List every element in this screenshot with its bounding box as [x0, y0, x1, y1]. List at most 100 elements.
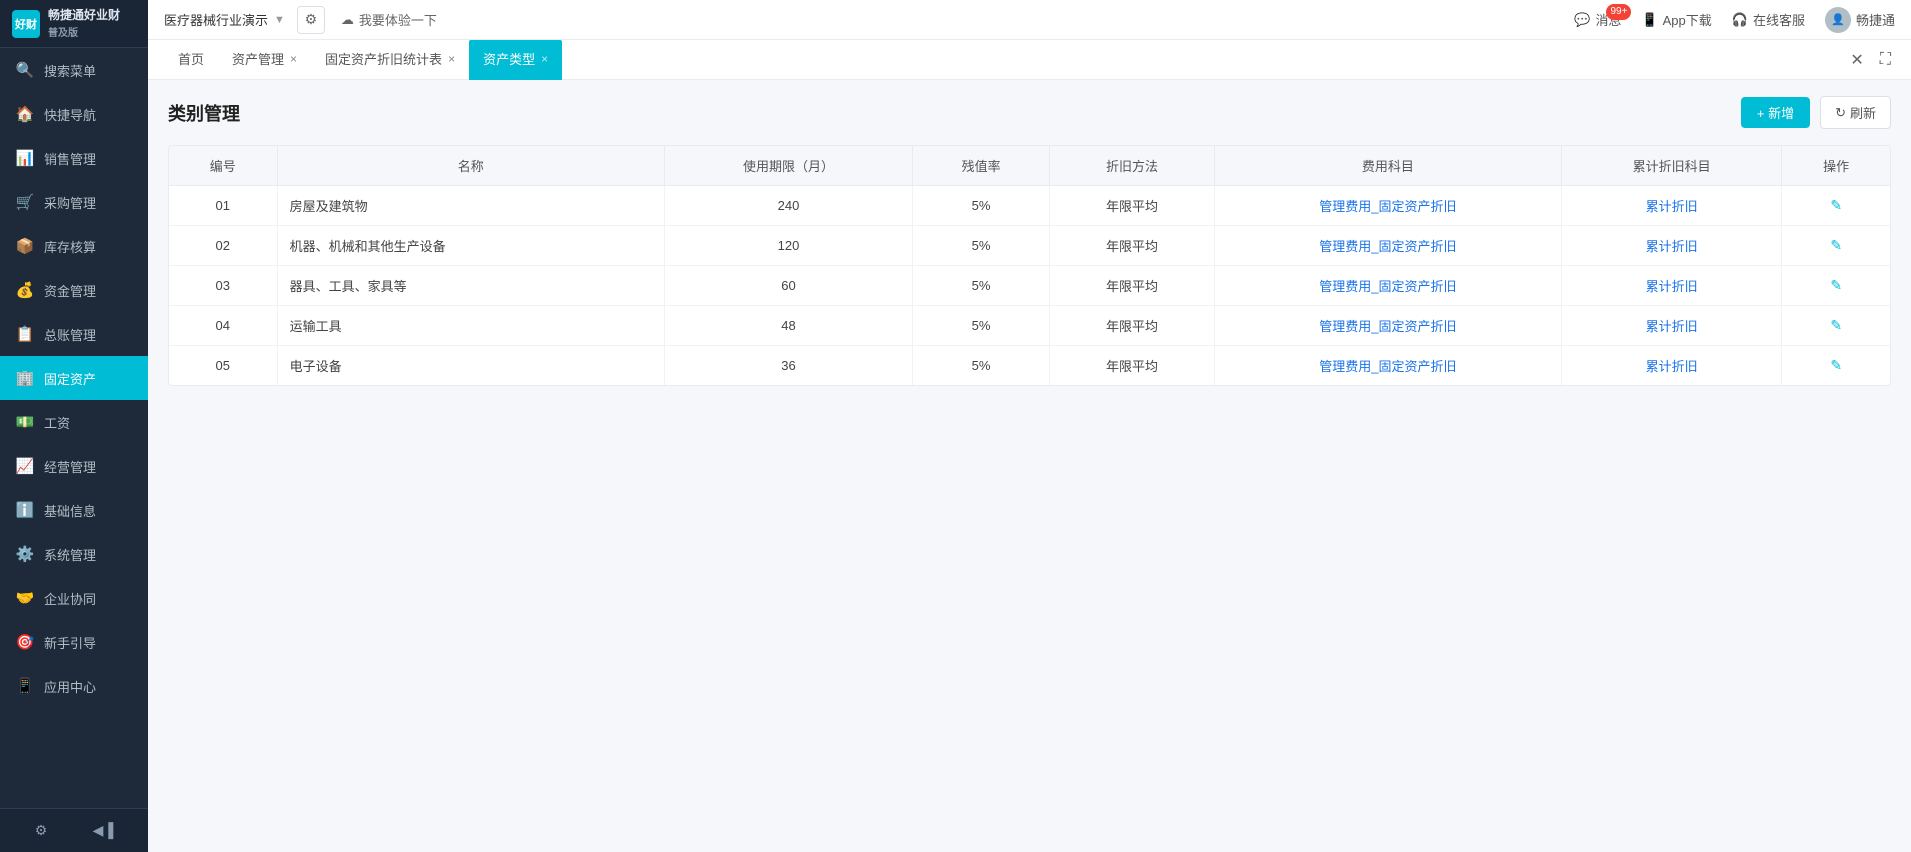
edit-button[interactable]: ✎	[1830, 317, 1842, 334]
sidebar-label-search: 搜索菜单	[44, 61, 96, 80]
cell-residual: 5%	[913, 186, 1050, 226]
page-content: 类别管理 + 新增 ↻ 刷新 编号 名称 使用期限（月） 残值率 折旧方法	[148, 80, 1911, 852]
sidebar-item-basic-info[interactable]: ℹ️ 基础信息	[0, 488, 148, 532]
sidebar-item-quicknav[interactable]: 🏠 快捷导航	[0, 92, 148, 136]
cell-name: 电子设备	[277, 346, 664, 386]
sidebar-item-cooperation[interactable]: 🤝 企业协同	[0, 576, 148, 620]
collapse-button[interactable]: ◀▐	[93, 822, 114, 839]
new-button[interactable]: + 新增	[1741, 97, 1810, 128]
sidebar-label-fixed-asset: 固定资产	[44, 369, 96, 388]
cell-name: 器具、工具、家具等	[277, 266, 664, 306]
app-download-label: App下载	[1663, 10, 1712, 29]
sidebar-item-fixed-asset[interactable]: 🏢 固定资产	[0, 356, 148, 400]
cell-accumulated: 累计折旧	[1561, 306, 1781, 346]
cell-accumulated: 累计折旧	[1561, 266, 1781, 306]
sidebar-logo: 好财 畅捷通好业财 普及版	[0, 0, 148, 48]
col-expense: 费用科目	[1214, 146, 1561, 186]
page-header: 类别管理 + 新增 ↻ 刷新	[168, 96, 1891, 129]
module-settings-button[interactable]: ⚙	[297, 6, 325, 34]
tab-close-all-button[interactable]: ✕	[1846, 46, 1867, 74]
app-download-button[interactable]: 📱 App下载	[1641, 10, 1711, 29]
cell-id: 05	[169, 346, 277, 386]
cell-action: ✎	[1782, 346, 1890, 386]
cell-action: ✎	[1782, 186, 1890, 226]
sidebar-icon-cooperation: 🤝	[16, 589, 34, 607]
table-row: 04 运输工具 48 5% 年限平均 管理费用_固定资产折旧 累计折旧 ✎	[169, 306, 1890, 346]
sidebar-icon-purchase: 🛒	[16, 193, 34, 211]
tab-depreciation-close[interactable]: ×	[448, 52, 455, 66]
module-selector[interactable]: 医疗器械行业演示 ▼	[164, 10, 285, 29]
cell-accumulated: 累计折旧	[1561, 186, 1781, 226]
cell-id: 01	[169, 186, 277, 226]
cell-id: 04	[169, 306, 277, 346]
tab-asset-mgmt-label: 资产管理	[232, 49, 284, 68]
topbar: 医疗器械行业演示 ▼ ⚙ ☁ 我要体验一下 💬 消息 99+ 📱 App下载 🎧…	[148, 0, 1911, 40]
customer-service-button[interactable]: 🎧 在线客服	[1732, 10, 1805, 29]
sidebar-item-guide[interactable]: 🎯 新手引导	[0, 620, 148, 664]
sidebar-item-purchase[interactable]: 🛒 采购管理	[0, 180, 148, 224]
cell-action: ✎	[1782, 306, 1890, 346]
sidebar-item-sales[interactable]: 📊 销售管理	[0, 136, 148, 180]
cell-name: 房屋及建筑物	[277, 186, 664, 226]
col-accumulated: 累计折旧科目	[1561, 146, 1781, 186]
sidebar-item-payroll[interactable]: 💵 工资	[0, 400, 148, 444]
message-button[interactable]: 💬 消息 99+	[1574, 10, 1621, 29]
col-id: 编号	[169, 146, 277, 186]
edit-button[interactable]: ✎	[1830, 197, 1842, 214]
headset-icon: 🎧	[1732, 12, 1748, 28]
table: 编号 名称 使用期限（月） 残值率 折旧方法 费用科目 累计折旧科目 操作 01…	[169, 146, 1890, 385]
gear-icon: ⚙	[305, 11, 318, 28]
sidebar-item-ledger[interactable]: 📋 总账管理	[0, 312, 148, 356]
sidebar-icon-sales: 📊	[16, 149, 34, 167]
cell-method: 年限平均	[1050, 186, 1215, 226]
sidebar-icon-finance: 💰	[16, 281, 34, 299]
sidebar-icon-system: ⚙️	[16, 545, 34, 563]
sidebar-icon-payroll: 💵	[16, 413, 34, 431]
cell-accumulated: 累计折旧	[1561, 346, 1781, 386]
sidebar-item-operations[interactable]: 📈 经营管理	[0, 444, 148, 488]
tabbar-actions: ✕ ⛶	[1846, 46, 1895, 74]
experience-button[interactable]: ☁ 我要体验一下	[341, 10, 437, 29]
sidebar-item-inventory[interactable]: 📦 库存核算	[0, 224, 148, 268]
sidebar-item-search[interactable]: 🔍 搜索菜单	[0, 48, 148, 92]
tab-asset-mgmt[interactable]: 资产管理 ×	[218, 40, 311, 80]
tab-home[interactable]: 首页	[164, 40, 218, 80]
mobile-icon: 📱	[1641, 12, 1657, 28]
edit-button[interactable]: ✎	[1830, 237, 1842, 254]
sidebar-item-system[interactable]: ⚙️ 系统管理	[0, 532, 148, 576]
col-method: 折旧方法	[1050, 146, 1215, 186]
settings-button[interactable]: ⚙	[35, 822, 48, 839]
cell-method: 年限平均	[1050, 346, 1215, 386]
sidebar-icon-basic-info: ℹ️	[16, 501, 34, 519]
cell-residual: 5%	[913, 306, 1050, 346]
module-name: 医疗器械行业演示	[164, 10, 268, 29]
user-name: 畅捷通	[1856, 10, 1895, 29]
sidebar: 好财 畅捷通好业财 普及版 🔍 搜索菜单 🏠 快捷导航 📊 销售管理 🛒 采购管…	[0, 0, 148, 852]
cell-action: ✎	[1782, 266, 1890, 306]
tab-maximize-button[interactable]: ⛶	[1876, 47, 1895, 73]
refresh-button[interactable]: ↻ 刷新	[1820, 96, 1891, 129]
sidebar-item-app-center[interactable]: 📱 应用中心	[0, 664, 148, 708]
main-area: 医疗器械行业演示 ▼ ⚙ ☁ 我要体验一下 💬 消息 99+ 📱 App下载 🎧…	[148, 0, 1911, 852]
app-name: 畅捷通好业财	[48, 8, 120, 24]
user-menu-button[interactable]: 👤 畅捷通	[1825, 7, 1895, 33]
sidebar-label-payroll: 工资	[44, 413, 70, 432]
sidebar-icon-fixed-asset: 🏢	[16, 369, 34, 387]
edit-button[interactable]: ✎	[1830, 277, 1842, 294]
tab-asset-type[interactable]: 资产类型 ×	[469, 40, 562, 80]
sidebar-item-finance[interactable]: 💰 资金管理	[0, 268, 148, 312]
logo-icon: 好财	[12, 10, 40, 38]
table-row: 01 房屋及建筑物 240 5% 年限平均 管理费用_固定资产折旧 累计折旧 ✎	[169, 186, 1890, 226]
cell-action: ✎	[1782, 226, 1890, 266]
table-row: 03 器具、工具、家具等 60 5% 年限平均 管理费用_固定资产折旧 累计折旧…	[169, 266, 1890, 306]
tab-asset-mgmt-close[interactable]: ×	[290, 52, 297, 66]
cell-period: 60	[664, 266, 912, 306]
tab-depreciation-table[interactable]: 固定资产折旧统计表 ×	[311, 40, 469, 80]
edit-button[interactable]: ✎	[1830, 357, 1842, 374]
module-arrow-icon: ▼	[274, 14, 285, 26]
cell-residual: 5%	[913, 226, 1050, 266]
col-residual: 残值率	[913, 146, 1050, 186]
sidebar-footer: ⚙ ◀▐	[0, 808, 148, 852]
tab-asset-type-label: 资产类型	[483, 49, 535, 68]
tab-asset-type-close[interactable]: ×	[541, 52, 548, 66]
